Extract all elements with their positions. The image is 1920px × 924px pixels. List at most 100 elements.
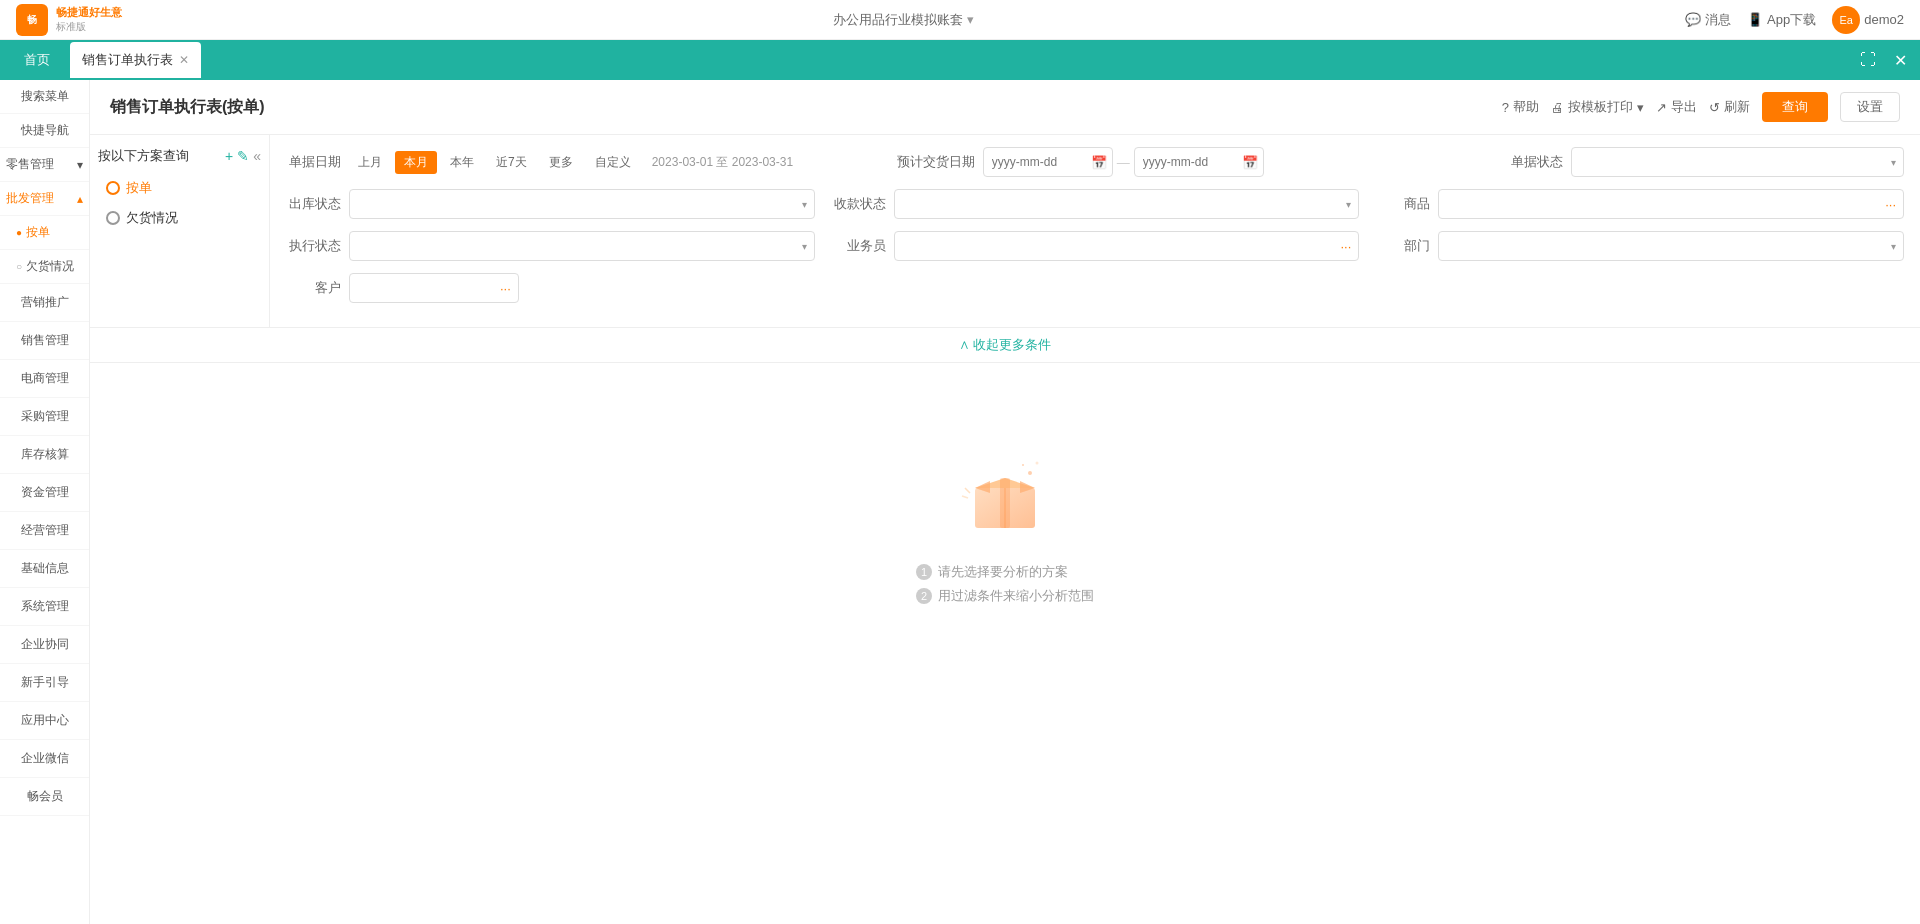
refresh-btn[interactable]: ↺ 刷新 <box>1709 98 1750 116</box>
template-print-btn[interactable]: 🖨 按模板打印 ▾ <box>1551 98 1644 116</box>
brand-name: 畅捷通好生意 标准版 <box>56 5 122 34</box>
empty-state: 1 请先选择要分析的方案 2 用过滤条件来缩小分析范围 <box>90 363 1920 691</box>
scheme-dot-gray <box>106 211 120 225</box>
page-content: 销售订单执行表(按单) ? 帮助 🖨 按模板打印 ▾ ↗ 导出 <box>90 80 1920 924</box>
filter-scheme-title: 按以下方案查询 <box>98 147 189 165</box>
customer-picker-icon[interactable]: ··· <box>500 281 511 296</box>
scheme-item-按单[interactable]: 按单 <box>98 173 261 203</box>
salesperson-input[interactable] <box>894 231 1360 261</box>
tab-close-btn[interactable]: ✕ <box>179 53 189 67</box>
filter-salesperson: 业务员 ··· <box>831 231 1360 261</box>
execution-status-label: 执行状态 <box>286 237 341 255</box>
sidebar-item-operations[interactable]: 经营管理 <box>0 512 89 550</box>
query-btn[interactable]: 查询 <box>1762 92 1828 122</box>
date-tabs: 上月 本月 本年 近7天 更多 自定义 <box>349 151 640 174</box>
salesperson-picker-icon[interactable]: ··· <box>1341 239 1352 254</box>
sidebar-item-finance[interactable]: 资金管理 <box>0 474 89 512</box>
user-menu[interactable]: Ea demo2 <box>1832 6 1904 34</box>
svg-rect-5 <box>1000 478 1010 528</box>
tab-sales-exec[interactable]: 销售订单执行表 ✕ <box>70 42 201 78</box>
current-page-label[interactable]: 办公用品行业模拟账套 ▾ <box>833 11 974 29</box>
main-layout: 搜索菜单 快捷导航 零售管理 ▾ 批发管理 ▴ ● 按单 ○ 欠货情况 营销推广… <box>0 80 1920 924</box>
export-btn[interactable]: ↗ 导出 <box>1656 98 1697 116</box>
execution-status-select[interactable] <box>349 231 815 261</box>
filter-date: 单据日期 上月 本月 本年 近7天 更多 自定义 <box>286 151 881 174</box>
edit-scheme-btn[interactable]: ✎ <box>237 148 249 164</box>
sidebar-item-corp-wechat[interactable]: 企业微信 <box>0 740 89 778</box>
tab-bar-actions: ⛶ ✕ <box>1856 48 1912 72</box>
date-tab-custom[interactable]: 自定义 <box>586 151 640 174</box>
sidebar-sub-按单[interactable]: ● 按单 <box>0 216 89 250</box>
sidebar-item-retail[interactable]: 零售管理 ▾ <box>0 148 89 182</box>
brand-area: 畅 畅捷通好生意 标准版 <box>16 4 122 36</box>
filter-delivery-status: 出库状态 ▾ <box>286 189 815 219</box>
sidebar-search-label[interactable]: 搜索菜单 <box>0 80 89 114</box>
customer-input[interactable] <box>349 273 519 303</box>
collapse-more-filters-btn[interactable]: ∧ 收起更多条件 <box>90 328 1920 363</box>
svg-line-10 <box>962 496 968 498</box>
calendar-end-icon: 📅 <box>1242 155 1258 170</box>
scheme-dot-orange <box>106 181 120 195</box>
brand-logo: 畅 <box>16 4 48 36</box>
sidebar-item-purchase[interactable]: 采购管理 <box>0 398 89 436</box>
tab-close-all-btn[interactable]: ✕ <box>1888 48 1912 72</box>
filter-execution-status: 执行状态 ▾ <box>286 231 815 261</box>
tab-home[interactable]: 首页 <box>8 40 66 80</box>
customer-label: 客户 <box>286 279 341 297</box>
empty-tip-2: 2 用过滤条件来缩小分析范围 <box>916 587 1094 605</box>
content-area: 销售订单执行表(按单) ? 帮助 🖨 按模板打印 ▾ ↗ 导出 <box>90 80 1920 924</box>
sidebar-quick-nav[interactable]: 快捷导航 <box>0 114 89 148</box>
sidebar-item-sales-mgmt[interactable]: 销售管理 <box>0 322 89 360</box>
salesperson-label: 业务员 <box>831 237 886 255</box>
sidebar-sub-欠货情况[interactable]: ○ 欠货情况 <box>0 250 89 284</box>
filter-controls: 单据日期 上月 本月 本年 近7天 更多 自定义 <box>270 135 1920 327</box>
help-btn[interactable]: ? 帮助 <box>1502 98 1539 116</box>
date-tab-current-year[interactable]: 本年 <box>441 151 483 174</box>
filter-expected-delivery: 预计交货日期 📅 — <box>897 147 1492 177</box>
department-select[interactable] <box>1438 231 1904 261</box>
date-tab-current-month[interactable]: 本月 <box>395 151 437 174</box>
messages-btn[interactable]: 💬 消息 <box>1685 11 1731 29</box>
date-tab-last-month[interactable]: 上月 <box>349 151 391 174</box>
top-header: 畅 畅捷通好生意 标准版 办公用品行业模拟账套 ▾ 💬 消息 📱 App下载 E… <box>0 0 1920 40</box>
department-label: 部门 <box>1375 237 1430 255</box>
order-status-label: 单据状态 <box>1508 153 1563 171</box>
tab-fullscreen-btn[interactable]: ⛶ <box>1856 48 1880 72</box>
product-label: 商品 <box>1375 195 1430 213</box>
sidebar-item-system[interactable]: 系统管理 <box>0 588 89 626</box>
sidebar-item-app-center[interactable]: 应用中心 <box>0 702 89 740</box>
page-title-bar: 销售订单执行表(按单) ? 帮助 🖨 按模板打印 ▾ ↗ 导出 <box>90 80 1920 135</box>
filter-department: 部门 ▾ <box>1375 231 1904 261</box>
collapse-scheme-btn[interactable]: « <box>253 148 261 164</box>
payment-status-select[interactable] <box>894 189 1360 219</box>
avatar: Ea <box>1832 6 1860 34</box>
filter-row-1: 单据日期 上月 本月 本年 近7天 更多 自定义 <box>286 147 1904 177</box>
header-actions: 💬 消息 📱 App下载 Ea demo2 <box>1685 6 1904 34</box>
delivery-status-label: 出库状态 <box>286 195 341 213</box>
settings-btn[interactable]: 设置 <box>1840 92 1900 122</box>
filter-panel: 按以下方案查询 + ✎ « 按单 欠货情况 <box>90 135 1920 328</box>
sidebar-item-basic[interactable]: 基础信息 <box>0 550 89 588</box>
filter-payment-status: 收款状态 ▾ <box>831 189 1360 219</box>
app-download-btn[interactable]: 📱 App下载 <box>1747 11 1816 29</box>
date-tab-last-7-days[interactable]: 近7天 <box>487 151 536 174</box>
sidebar-item-corp-collab[interactable]: 企业协同 <box>0 626 89 664</box>
order-status-select[interactable] <box>1571 147 1905 177</box>
date-tab-more[interactable]: 更多 <box>540 151 582 174</box>
empty-tip-1: 1 请先选择要分析的方案 <box>916 563 1094 581</box>
product-picker-icon[interactable]: ··· <box>1885 197 1896 212</box>
filter-row-4: 客户 ··· <box>286 273 1904 303</box>
product-input[interactable] <box>1438 189 1904 219</box>
tab-bar: 首页 销售订单执行表 ✕ ⛶ ✕ <box>0 40 1920 80</box>
delivery-status-select[interactable] <box>349 189 815 219</box>
sidebar-item-inventory[interactable]: 库存核算 <box>0 436 89 474</box>
svg-line-9 <box>965 488 970 493</box>
sidebar-item-marketing[interactable]: 营销推广 <box>0 284 89 322</box>
sidebar-item-new-guide[interactable]: 新手引导 <box>0 664 89 702</box>
sidebar-item-wholesale[interactable]: 批发管理 ▴ <box>0 182 89 216</box>
sidebar-item-ecommerce[interactable]: 电商管理 <box>0 360 89 398</box>
add-scheme-btn[interactable]: + <box>225 148 233 164</box>
sidebar: 搜索菜单 快捷导航 零售管理 ▾ 批发管理 ▴ ● 按单 ○ 欠货情况 营销推广… <box>0 80 90 924</box>
sidebar-item-member[interactable]: 畅会员 <box>0 778 89 816</box>
scheme-item-欠货情况[interactable]: 欠货情况 <box>98 203 261 233</box>
